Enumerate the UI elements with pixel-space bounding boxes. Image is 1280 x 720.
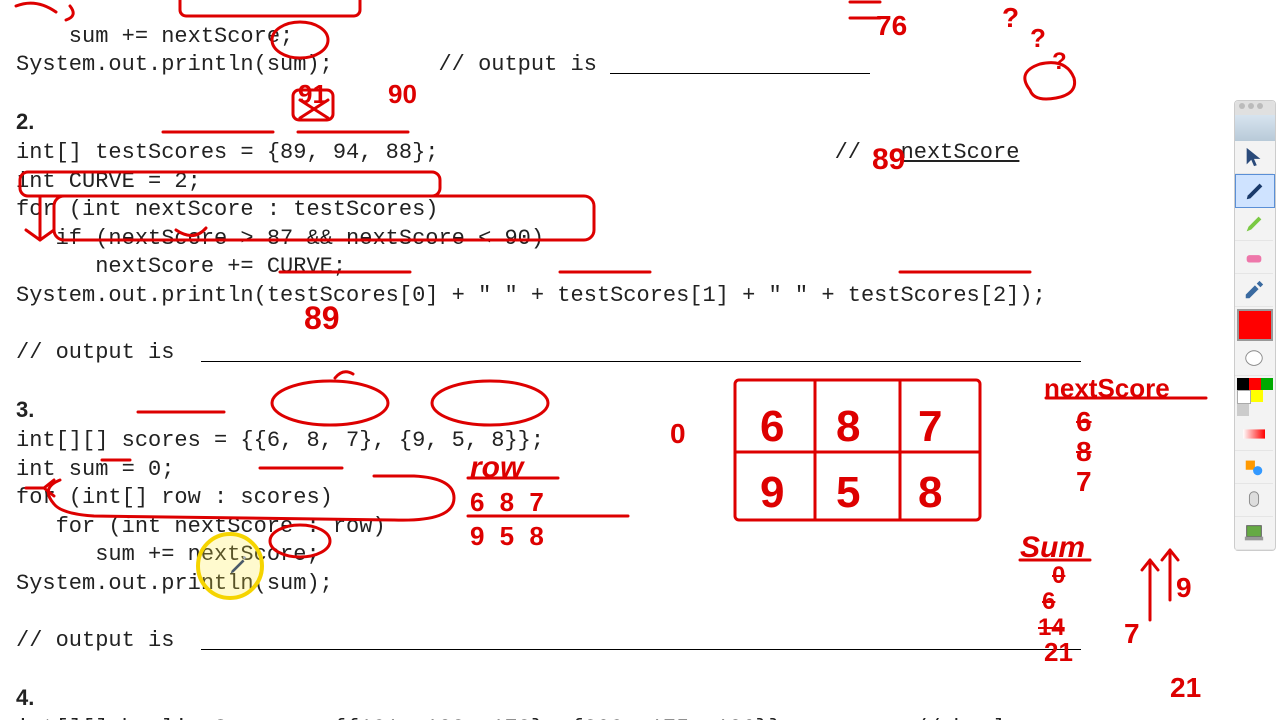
table-cell: 8 [918, 464, 942, 521]
annotation-ns-7: 7 [1076, 464, 1092, 500]
code-line: for (int nextScore : row) [16, 514, 386, 539]
code-line: for (int nextScore : testScores) [16, 197, 438, 222]
annotation-index: 0 [670, 416, 686, 452]
code-line: System.out.println(sum); [16, 571, 333, 596]
annotation-89: 89 [872, 140, 905, 179]
annotation-row-vals: 9 5 8 [470, 520, 548, 554]
code-line: // output is [16, 340, 201, 365]
code-line: int[][] bowlingScores = {{191, 182, 173}… [16, 716, 795, 720]
annotation-91: 91 [298, 78, 327, 112]
code-line: nextScore += CURVE; [16, 254, 346, 279]
annotation-89-output: 89 [304, 298, 340, 340]
annotation-row: row [470, 448, 523, 487]
annotation-nextscore-label: nextScore [1044, 372, 1170, 406]
code-line: int CURVE = 2; [16, 169, 201, 194]
code-line: sum += nextScore; [16, 542, 320, 567]
annotation-21: 21 [1170, 670, 1201, 706]
pointer-tool[interactable] [1235, 141, 1273, 174]
document-body: sum += nextScore; System.out.println(sum… [16, 0, 1081, 720]
annotation-9: 9 [1176, 570, 1192, 606]
question-number-3: 3. [16, 397, 34, 422]
table-cell: 5 [836, 464, 860, 521]
color-palette[interactable] [1237, 378, 1273, 416]
code-line: System.out.println(testScores[0] + " " +… [16, 283, 1046, 308]
mouse-tool[interactable] [1235, 484, 1273, 517]
table-cell: 9 [760, 464, 784, 521]
highlighter-tool[interactable] [1235, 208, 1273, 241]
annotation-sum-21: 21 [1044, 636, 1073, 670]
code-line: int[] testScores = { [16, 140, 280, 165]
annotation-76: 76 [876, 8, 907, 44]
pen-tool[interactable] [1235, 174, 1275, 208]
eyedropper-tool[interactable] [1235, 274, 1273, 307]
table-cell: 6 [760, 398, 784, 455]
current-color-swatch[interactable] [1237, 309, 1273, 341]
table-cell: 8 [836, 398, 860, 455]
pencil-cursor-icon [228, 554, 250, 576]
opacity-slider-icon[interactable] [1235, 418, 1273, 451]
shapes-tool[interactable] [1235, 451, 1273, 484]
code-line: if (nextScore > 87 && nextScore < 90) [16, 226, 544, 251]
var-bowler: bowler [953, 716, 1032, 720]
code-line: int[][] scores = {{6, 8, 7}, {9, 5, 8}}; [16, 428, 544, 453]
question-number-2: 2. [16, 109, 34, 134]
annotation-toolbox[interactable] [1234, 100, 1276, 551]
table-cell: 7 [918, 398, 942, 455]
code-line: for (int[] row : scores) [16, 485, 333, 510]
toolbox-titlebar[interactable] [1235, 101, 1275, 115]
annotation-7: 7 [1124, 616, 1140, 652]
annotation-row-vals: 6 8 7 [470, 486, 548, 520]
var-nextscore: nextScore [901, 140, 1020, 165]
annotation-qmark: ? [1002, 0, 1019, 36]
annotation-90: 90 [388, 78, 417, 112]
annotation-qmark: ? [1030, 22, 1046, 56]
eraser-tool[interactable] [1235, 241, 1273, 274]
toolbox-preview [1235, 115, 1275, 141]
code-line: System.out.println(sum); // output is [16, 52, 610, 77]
question-number-4: 4. [16, 685, 34, 710]
annotation-qmark: ? [1052, 46, 1067, 77]
code-line: sum += nextScore; [16, 24, 293, 49]
code-line: int sum = 0; [16, 457, 174, 482]
stamp-tool[interactable] [1235, 517, 1273, 550]
color-shape-icon[interactable] [1235, 343, 1273, 376]
code-line: // output is [16, 628, 201, 653]
